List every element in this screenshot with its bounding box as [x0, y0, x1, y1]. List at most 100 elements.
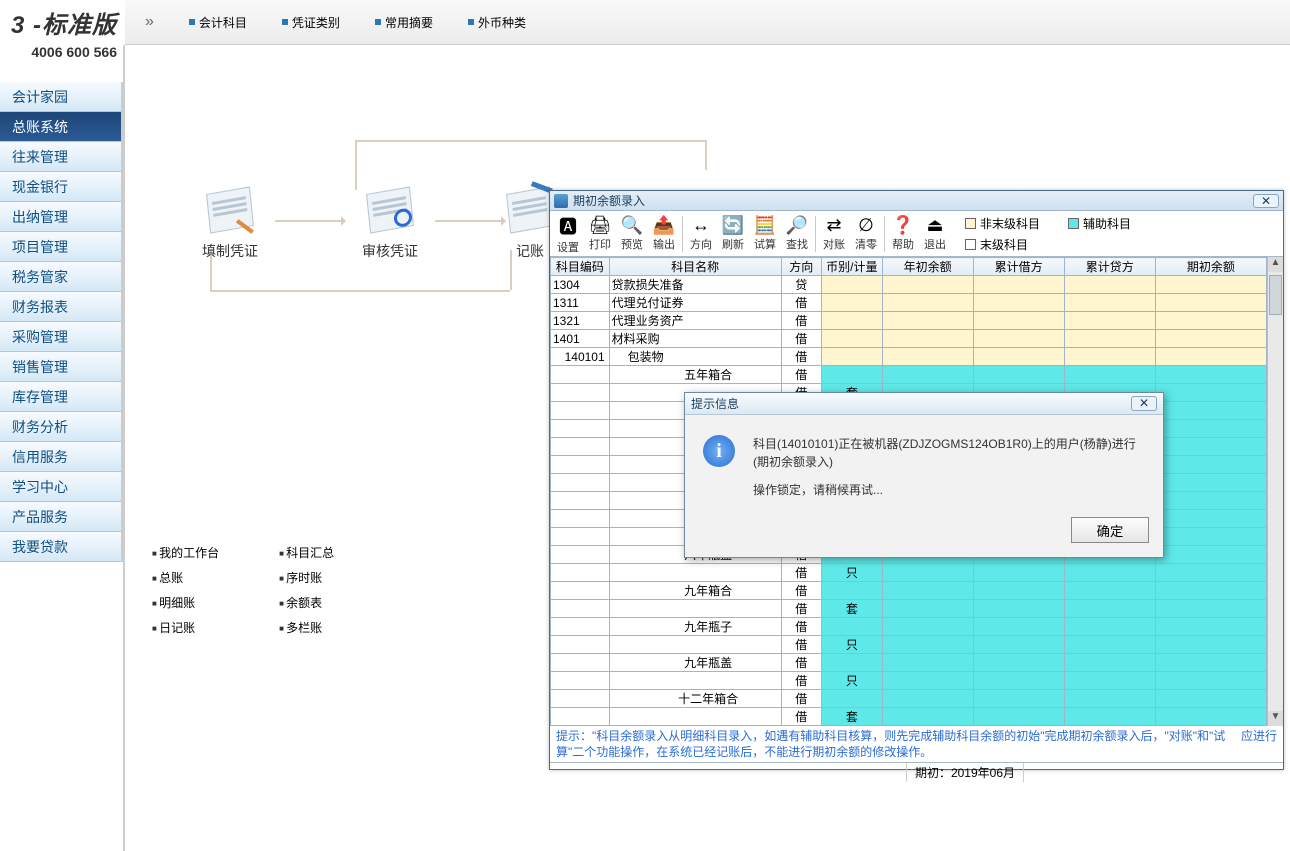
- topmenu-item[interactable]: 常用摘要: [375, 14, 433, 31]
- dialog-titlebar[interactable]: 提示信息 ✕: [685, 393, 1163, 415]
- sidebar-item[interactable]: 税务管家: [0, 262, 121, 292]
- quicklink-item[interactable]: 日记账: [152, 615, 219, 640]
- toolbar-查找[interactable]: 🔎查找: [781, 213, 813, 254]
- toolbar-icon: ⏏: [919, 215, 951, 236]
- toolbar-icon: 🧮: [749, 215, 781, 236]
- scroll-thumb[interactable]: [1269, 275, 1282, 315]
- scroll-up-icon[interactable]: ▲: [1268, 257, 1283, 272]
- toolbar-设置[interactable]: 🅰设置: [552, 211, 584, 257]
- table-row[interactable]: 1401材料采购借: [551, 330, 1267, 348]
- sidebar-item[interactable]: 采购管理: [0, 322, 121, 352]
- bullet-icon: [375, 19, 381, 25]
- table-row[interactable]: 1311代理兑付证券借: [551, 294, 1267, 312]
- col-header[interactable]: 期初余额: [1155, 258, 1266, 276]
- col-header[interactable]: 累计借方: [973, 258, 1064, 276]
- sidebar: 会计家园总账系统往来管理现金银行出纳管理项目管理税务管家财务报表采购管理销售管理…: [0, 82, 123, 562]
- table-row[interactable]: 1321代理业务资产借: [551, 312, 1267, 330]
- sidebar-item[interactable]: 项目管理: [0, 232, 121, 262]
- scroll-down-icon[interactable]: ▼: [1268, 711, 1283, 726]
- table-row[interactable]: 借套: [551, 600, 1267, 618]
- col-header[interactable]: 科目编码: [551, 258, 610, 276]
- sidebar-item[interactable]: 库存管理: [0, 382, 121, 412]
- quicklink-item[interactable]: 余额表: [279, 590, 334, 615]
- topmenu-item[interactable]: 凭证类别: [282, 14, 340, 31]
- sidebar-item[interactable]: 信用服务: [0, 442, 121, 472]
- quicklink-item[interactable]: 序时账: [279, 565, 334, 590]
- toolbar-icon: 🔎: [781, 215, 813, 236]
- sidebar-item[interactable]: 总账系统: [0, 112, 121, 142]
- toolbar-退出[interactable]: ⏏退出: [919, 213, 951, 254]
- table-row[interactable]: 借只: [551, 564, 1267, 582]
- ok-button[interactable]: 确定: [1071, 517, 1149, 543]
- brand-phone: 4006 600 566: [0, 44, 117, 60]
- brand-block: 3 -标准版 4006 600 566: [0, 0, 125, 60]
- table-row[interactable]: 十二年箱合借: [551, 690, 1267, 708]
- legend: 非末级科目辅助科目末级科目: [965, 215, 1131, 253]
- expand-icon[interactable]: »: [145, 13, 154, 31]
- quicklink-item[interactable]: 明细账: [152, 590, 219, 615]
- col-header[interactable]: 科目名称: [609, 258, 781, 276]
- sidebar-item[interactable]: 往来管理: [0, 142, 121, 172]
- table-row[interactable]: 1304贷款损失准备贷: [551, 276, 1267, 294]
- col-header[interactable]: 年初余额: [882, 258, 973, 276]
- sidebar-item[interactable]: 产品服务: [0, 502, 121, 532]
- sidebar-divider: [123, 45, 125, 851]
- toolbar-icon: ↔: [685, 215, 717, 236]
- toolbar-方向[interactable]: ↔方向: [685, 213, 717, 254]
- toolbar-打印[interactable]: 🖨打印: [584, 213, 616, 254]
- toolbar-icon: 🖨: [584, 215, 616, 236]
- info-dialog: 提示信息 ✕ i 科目(14010101)正在被机器(ZDJZOGMS124OB…: [684, 392, 1164, 558]
- balance-statusbar: 期初：2019年06月: [550, 762, 1283, 782]
- sidebar-item[interactable]: 现金银行: [0, 172, 121, 202]
- toolbar-输出[interactable]: 📤输出: [648, 213, 680, 254]
- flow-node-audit[interactable]: 审核凭证: [330, 190, 450, 261]
- flow-node-fill[interactable]: 填制凭证: [170, 190, 290, 261]
- vertical-scrollbar[interactable]: ▲ ▼: [1267, 257, 1283, 726]
- toolbar-预览[interactable]: 🔍预览: [616, 213, 648, 254]
- table-row[interactable]: 借只: [551, 672, 1267, 690]
- chart-icon: [554, 194, 568, 208]
- col-header[interactable]: 累计贷方: [1064, 258, 1155, 276]
- sidebar-item[interactable]: 学习中心: [0, 472, 121, 502]
- toolbar-刷新[interactable]: 🔄刷新: [717, 213, 749, 254]
- toolbar-icon: 🔍: [616, 215, 648, 236]
- sidebar-item[interactable]: 出纳管理: [0, 202, 121, 232]
- close-icon[interactable]: ✕: [1253, 194, 1279, 208]
- toolbar-帮助[interactable]: ❓帮助: [887, 213, 919, 254]
- table-row[interactable]: 九年瓶子借: [551, 618, 1267, 636]
- hint-more[interactable]: 应进行: [1241, 728, 1277, 744]
- topmenu-item[interactable]: 会计科目: [189, 14, 247, 31]
- bullet-icon: [282, 19, 288, 25]
- toolbar-icon: ⇄: [818, 215, 850, 236]
- balance-window-titlebar[interactable]: 期初余额录入 ✕: [550, 191, 1283, 211]
- sidebar-item[interactable]: 我要贷款: [0, 532, 121, 562]
- topmenu-item[interactable]: 外币种类: [468, 14, 526, 31]
- table-row[interactable]: 九年箱合借: [551, 582, 1267, 600]
- sidebar-item[interactable]: 财务报表: [0, 292, 121, 322]
- table-row[interactable]: 九年瓶盖借: [551, 654, 1267, 672]
- top-menu: » 会计科目 凭证类别 常用摘要 外币种类: [125, 0, 1290, 45]
- table-row[interactable]: 140101包装物借: [551, 348, 1267, 366]
- toolbar-对账[interactable]: ⇄对账: [818, 213, 850, 254]
- toolbar-icon: 📤: [648, 215, 680, 236]
- brand-title: 3 -标准版: [0, 5, 117, 40]
- sidebar-item[interactable]: 会计家园: [0, 82, 121, 112]
- balance-hint: 应进行 提示："科目余额录入从明细科目录入，如遇有辅助科目核算，则先完成辅助科目…: [550, 726, 1283, 762]
- toolbar-icon: 🅰: [552, 213, 584, 239]
- table-row[interactable]: 借只: [551, 636, 1267, 654]
- table-row[interactable]: 五年箱合借: [551, 366, 1267, 384]
- toolbar-清零[interactable]: ∅清零: [850, 213, 882, 254]
- col-header[interactable]: 币别/计量: [821, 258, 882, 276]
- quicklinks: 我的工作台总账明细账日记账 科目汇总序时账余额表多栏账: [152, 540, 334, 640]
- sidebar-item[interactable]: 销售管理: [0, 352, 121, 382]
- dialog-close-icon[interactable]: ✕: [1131, 396, 1157, 411]
- quicklink-item[interactable]: 多栏账: [279, 615, 334, 640]
- sidebar-item[interactable]: 财务分析: [0, 412, 121, 442]
- table-row[interactable]: 借套: [551, 708, 1267, 726]
- col-header[interactable]: 方向: [781, 258, 821, 276]
- quicklink-item[interactable]: 我的工作台: [152, 540, 219, 565]
- quicklink-item[interactable]: 科目汇总: [279, 540, 334, 565]
- toolbar-试算[interactable]: 🧮试算: [749, 213, 781, 254]
- toolbar-icon: ❓: [887, 215, 919, 236]
- quicklink-item[interactable]: 总账: [152, 565, 219, 590]
